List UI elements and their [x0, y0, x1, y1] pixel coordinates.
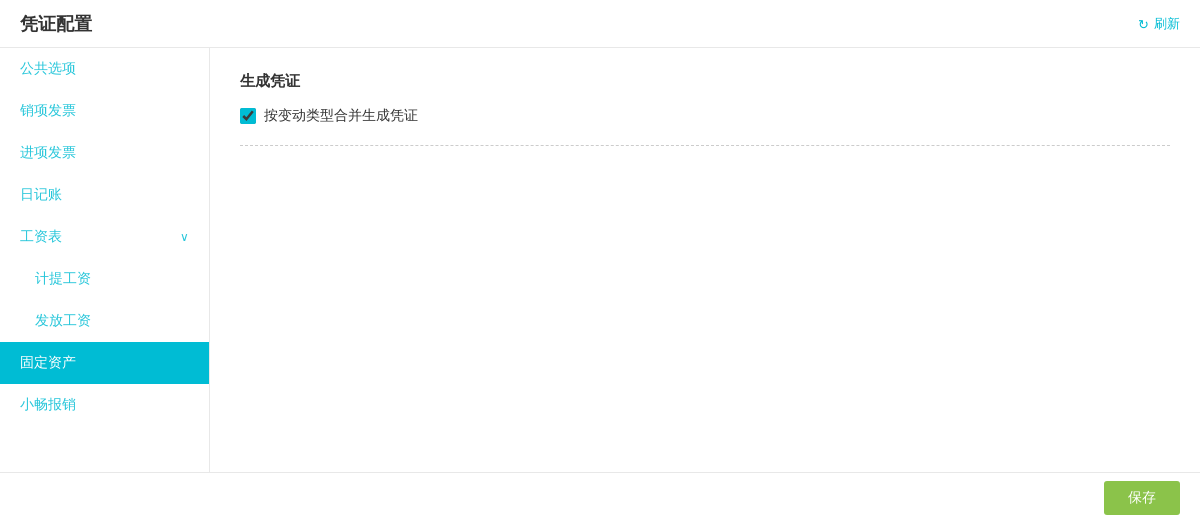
section-divider — [240, 145, 1170, 146]
section-title: 生成凭证 — [240, 72, 1170, 91]
sidebar-item-label: 小畅报销 — [20, 396, 76, 414]
page-footer: 保存 — [0, 472, 1200, 522]
sidebar-item-pay-wages[interactable]: 发放工资 — [0, 300, 209, 342]
sidebar-item-label: 固定资产 — [20, 354, 76, 372]
sidebar-item-public-options[interactable]: 公共选项 — [0, 48, 209, 90]
refresh-icon: ↻ — [1136, 17, 1150, 31]
sidebar-item-label: 日记账 — [20, 186, 62, 204]
sidebar-item-expense-reimbursement[interactable]: 小畅报销 — [0, 384, 209, 426]
sidebar-item-fixed-assets[interactable]: 固定资产 — [0, 342, 209, 384]
sidebar-item-label: 公共选项 — [20, 60, 76, 78]
sidebar-item-label: 工资表 — [20, 228, 62, 246]
sidebar-item-purchase-invoice[interactable]: 进项发票 — [0, 132, 209, 174]
sidebar: 公共选项 销项发票 进项发票 日记账 工资表 ∨ 计提工资 发放工资 固定资产 … — [0, 48, 210, 472]
content-area: 生成凭证 按变动类型合并生成凭证 — [210, 48, 1200, 472]
sidebar-item-sales-invoice[interactable]: 销项发票 — [0, 90, 209, 132]
page-title: 凭证配置 — [20, 12, 92, 36]
refresh-label: 刷新 — [1154, 15, 1180, 33]
sidebar-item-label: 发放工资 — [35, 312, 91, 330]
sidebar-item-payroll-table[interactable]: 工资表 ∨ — [0, 216, 209, 258]
merge-type-checkbox[interactable] — [240, 108, 256, 124]
checkbox-row: 按变动类型合并生成凭证 — [240, 107, 1170, 125]
main-layout: 公共选项 销项发票 进项发票 日记账 工资表 ∨ 计提工资 发放工资 固定资产 … — [0, 48, 1200, 472]
save-button[interactable]: 保存 — [1104, 481, 1180, 515]
page-header: 凭证配置 ↻ 刷新 — [0, 0, 1200, 48]
sidebar-item-journal[interactable]: 日记账 — [0, 174, 209, 216]
sidebar-item-label: 销项发票 — [20, 102, 76, 120]
chevron-down-icon: ∨ — [180, 230, 189, 244]
sidebar-item-accrued-wages[interactable]: 计提工资 — [0, 258, 209, 300]
refresh-button[interactable]: ↻ 刷新 — [1136, 15, 1180, 33]
sidebar-item-label: 进项发票 — [20, 144, 76, 162]
checkbox-label[interactable]: 按变动类型合并生成凭证 — [264, 107, 418, 125]
sidebar-item-label: 计提工资 — [35, 270, 91, 288]
